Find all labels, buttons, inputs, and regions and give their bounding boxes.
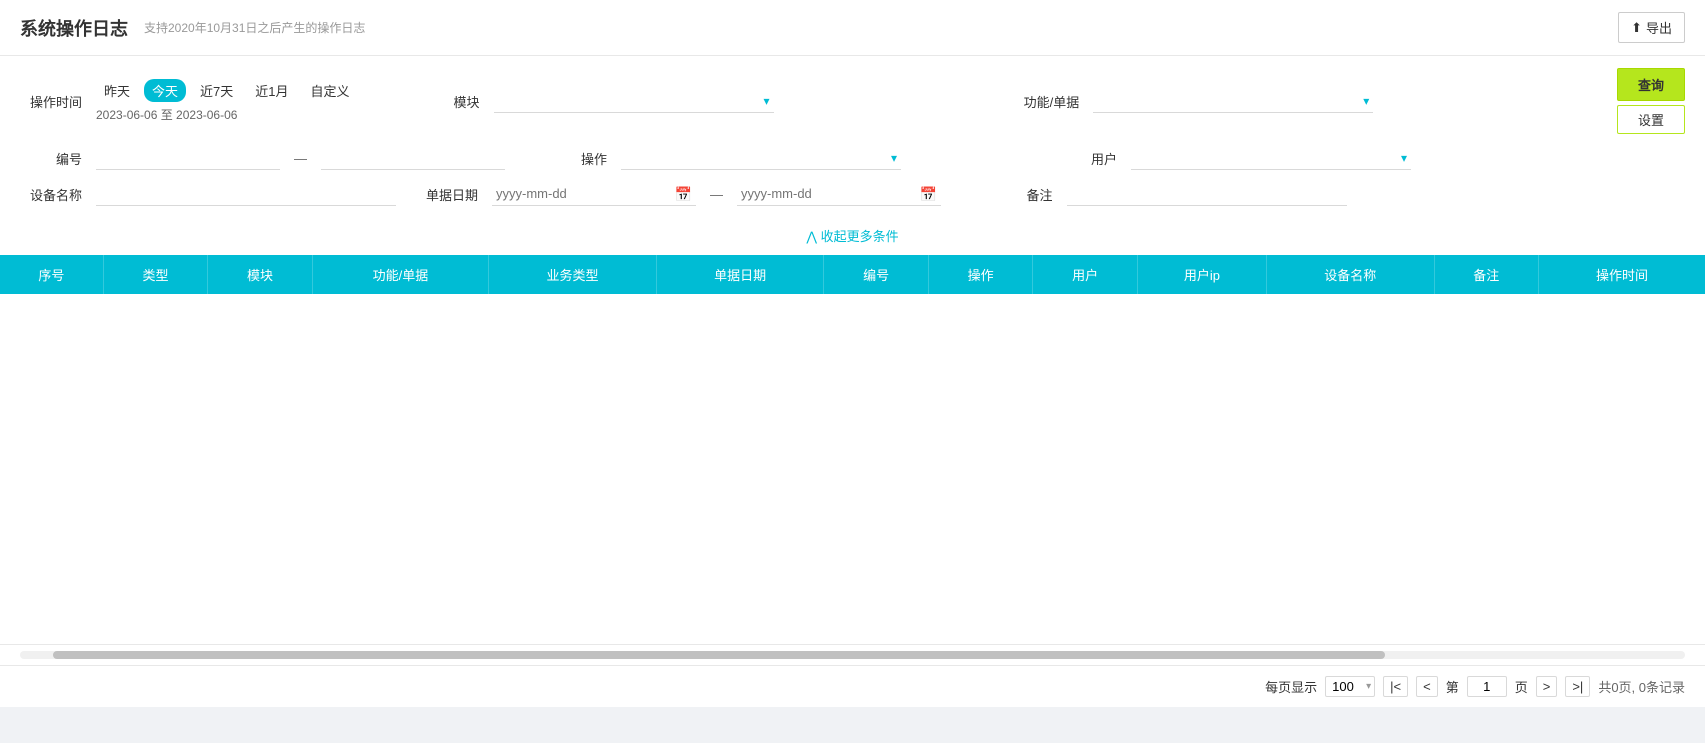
func-filter-group: 功能/单据 ▾ bbox=[1017, 89, 1617, 113]
doc-date-from-wrapper: 📅 bbox=[492, 182, 696, 206]
page-header: 系统操作日志 支持2020年10月31日之后产生的操作日志 ⬆ 导出 bbox=[0, 0, 1705, 56]
num-filter-group: 编号 — bbox=[20, 146, 505, 170]
doc-date-dash: — bbox=[702, 187, 731, 202]
export-icon: ⬆ bbox=[1631, 20, 1642, 36]
per-page-select[interactable]: 100 50 200 bbox=[1325, 676, 1375, 697]
device-filter-group: 设备名称 bbox=[20, 182, 396, 206]
scrollbar-thumb[interactable] bbox=[53, 651, 1385, 659]
operation-filter-group: 操作 ▾ bbox=[545, 146, 1055, 170]
device-label: 设备名称 bbox=[20, 185, 90, 204]
page-label: 第 bbox=[1446, 677, 1459, 696]
col-device: 设备名称 bbox=[1266, 255, 1434, 294]
time-btn-custom[interactable]: 自定义 bbox=[303, 79, 358, 102]
module-label: 模块 bbox=[418, 92, 488, 111]
num-dash: — bbox=[286, 151, 315, 166]
doc-date-filter-group: 单据日期 📅 — 📅 bbox=[416, 182, 991, 206]
operation-input[interactable] bbox=[621, 146, 901, 170]
col-seq: 序号 bbox=[0, 255, 103, 294]
page-subtitle: 支持2020年10月31日之后产生的操作日志 bbox=[144, 19, 365, 36]
remark-input[interactable] bbox=[1067, 182, 1347, 206]
device-input[interactable] bbox=[96, 182, 396, 206]
action-buttons: 查询 设置 bbox=[1617, 68, 1685, 134]
doc-date-to-wrapper: 📅 bbox=[737, 182, 941, 206]
page-number-input[interactable] bbox=[1467, 676, 1507, 697]
func-label: 功能/单据 bbox=[1017, 92, 1087, 111]
col-operation: 操作 bbox=[928, 255, 1032, 294]
col-type: 类型 bbox=[103, 255, 207, 294]
operation-select-wrapper: ▾ bbox=[621, 146, 901, 170]
scrollbar-area bbox=[0, 644, 1705, 665]
col-op-time: 操作时间 bbox=[1539, 255, 1705, 294]
col-biz-type: 业务类型 bbox=[489, 255, 657, 294]
time-filter-group: 操作时间 昨天 今天 近7天 近1月 自定义 2023-06-06 至 2023… bbox=[20, 79, 358, 123]
pagination-bar: 每页显示 100 50 200 ▾ |< < 第 页 > >| 共0页, 0条记… bbox=[0, 665, 1705, 707]
doc-date-from-input[interactable] bbox=[492, 182, 696, 206]
filter-row-2: 编号 — 操作 ▾ 用户 ▾ bbox=[20, 146, 1685, 170]
module-input[interactable] bbox=[494, 89, 774, 113]
time-btn-yesterday[interactable]: 昨天 bbox=[96, 79, 138, 102]
col-func: 功能/单据 bbox=[312, 255, 488, 294]
time-btn-1month[interactable]: 近1月 bbox=[247, 79, 296, 102]
time-buttons-row: 昨天 今天 近7天 近1月 自定义 bbox=[96, 79, 358, 102]
col-remark: 备注 bbox=[1434, 255, 1538, 294]
per-page-wrapper: 100 50 200 ▾ bbox=[1325, 676, 1375, 697]
module-select-wrapper: ▾ bbox=[494, 89, 774, 113]
horizontal-scrollbar[interactable] bbox=[20, 651, 1685, 659]
data-table: 序号 类型 模块 功能/单据 业务类型 单据日期 编号 操作 用户 用户ip 设… bbox=[0, 255, 1705, 294]
table-header-row: 序号 类型 模块 功能/单据 业务类型 单据日期 编号 操作 用户 用户ip 设… bbox=[0, 255, 1705, 294]
collapse-bar[interactable]: ⋀ 收起更多条件 bbox=[20, 218, 1685, 249]
last-page-button[interactable]: >| bbox=[1565, 676, 1590, 697]
time-options: 昨天 今天 近7天 近1月 自定义 2023-06-06 至 2023-06-0… bbox=[96, 79, 358, 123]
col-user-ip: 用户ip bbox=[1137, 255, 1266, 294]
filter-row-1: 操作时间 昨天 今天 近7天 近1月 自定义 2023-06-06 至 2023… bbox=[20, 68, 1685, 134]
prev-page-button[interactable]: < bbox=[1416, 676, 1438, 697]
table-container: 序号 类型 模块 功能/单据 业务类型 单据日期 编号 操作 用户 用户ip 设… bbox=[0, 255, 1705, 644]
filter-row-3: 设备名称 单据日期 📅 — 📅 备注 bbox=[20, 182, 1685, 206]
collapse-icon: ⋀ bbox=[806, 229, 817, 244]
empty-area bbox=[0, 294, 1705, 644]
col-num: 编号 bbox=[824, 255, 928, 294]
num-to-input[interactable] bbox=[321, 146, 505, 170]
func-select-wrapper: ▾ bbox=[1093, 89, 1373, 113]
user-select-wrapper: ▾ bbox=[1131, 146, 1411, 170]
collapse-label: 收起更多条件 bbox=[821, 229, 899, 244]
page-label2: 页 bbox=[1515, 677, 1528, 696]
module-filter-group: 模块 ▾ bbox=[418, 89, 1018, 113]
filter-section: 操作时间 昨天 今天 近7天 近1月 自定义 2023-06-06 至 2023… bbox=[0, 56, 1705, 255]
doc-date-label: 单据日期 bbox=[416, 185, 486, 204]
num-label: 编号 bbox=[20, 149, 90, 168]
num-from-input[interactable] bbox=[96, 146, 280, 170]
first-page-button[interactable]: |< bbox=[1383, 676, 1408, 697]
time-btn-today[interactable]: 今天 bbox=[144, 79, 186, 102]
time-range-display: 2023-06-06 至 2023-06-06 bbox=[96, 106, 358, 123]
remark-filter-group: 备注 bbox=[991, 182, 1566, 206]
user-filter-group: 用户 ▾ bbox=[1055, 146, 1565, 170]
settings-button[interactable]: 设置 bbox=[1617, 105, 1685, 134]
query-button[interactable]: 查询 bbox=[1617, 68, 1685, 101]
col-doc-date: 单据日期 bbox=[656, 255, 824, 294]
per-page-label: 每页显示 bbox=[1265, 677, 1317, 696]
doc-date-to-input[interactable] bbox=[737, 182, 941, 206]
operation-label: 操作 bbox=[545, 149, 615, 168]
next-page-button[interactable]: > bbox=[1536, 676, 1558, 697]
time-label: 操作时间 bbox=[20, 92, 90, 111]
total-info: 共0页, 0条记录 bbox=[1598, 677, 1685, 696]
page-title: 系统操作日志 bbox=[20, 15, 128, 41]
time-btn-7days[interactable]: 近7天 bbox=[192, 79, 241, 102]
col-module: 模块 bbox=[208, 255, 312, 294]
export-button[interactable]: ⬆ 导出 bbox=[1618, 12, 1685, 43]
col-user: 用户 bbox=[1033, 255, 1137, 294]
table-header: 序号 类型 模块 功能/单据 业务类型 单据日期 编号 操作 用户 用户ip 设… bbox=[0, 255, 1705, 294]
user-input[interactable] bbox=[1131, 146, 1411, 170]
remark-label: 备注 bbox=[991, 185, 1061, 204]
user-label: 用户 bbox=[1055, 149, 1125, 168]
func-input[interactable] bbox=[1093, 89, 1373, 113]
